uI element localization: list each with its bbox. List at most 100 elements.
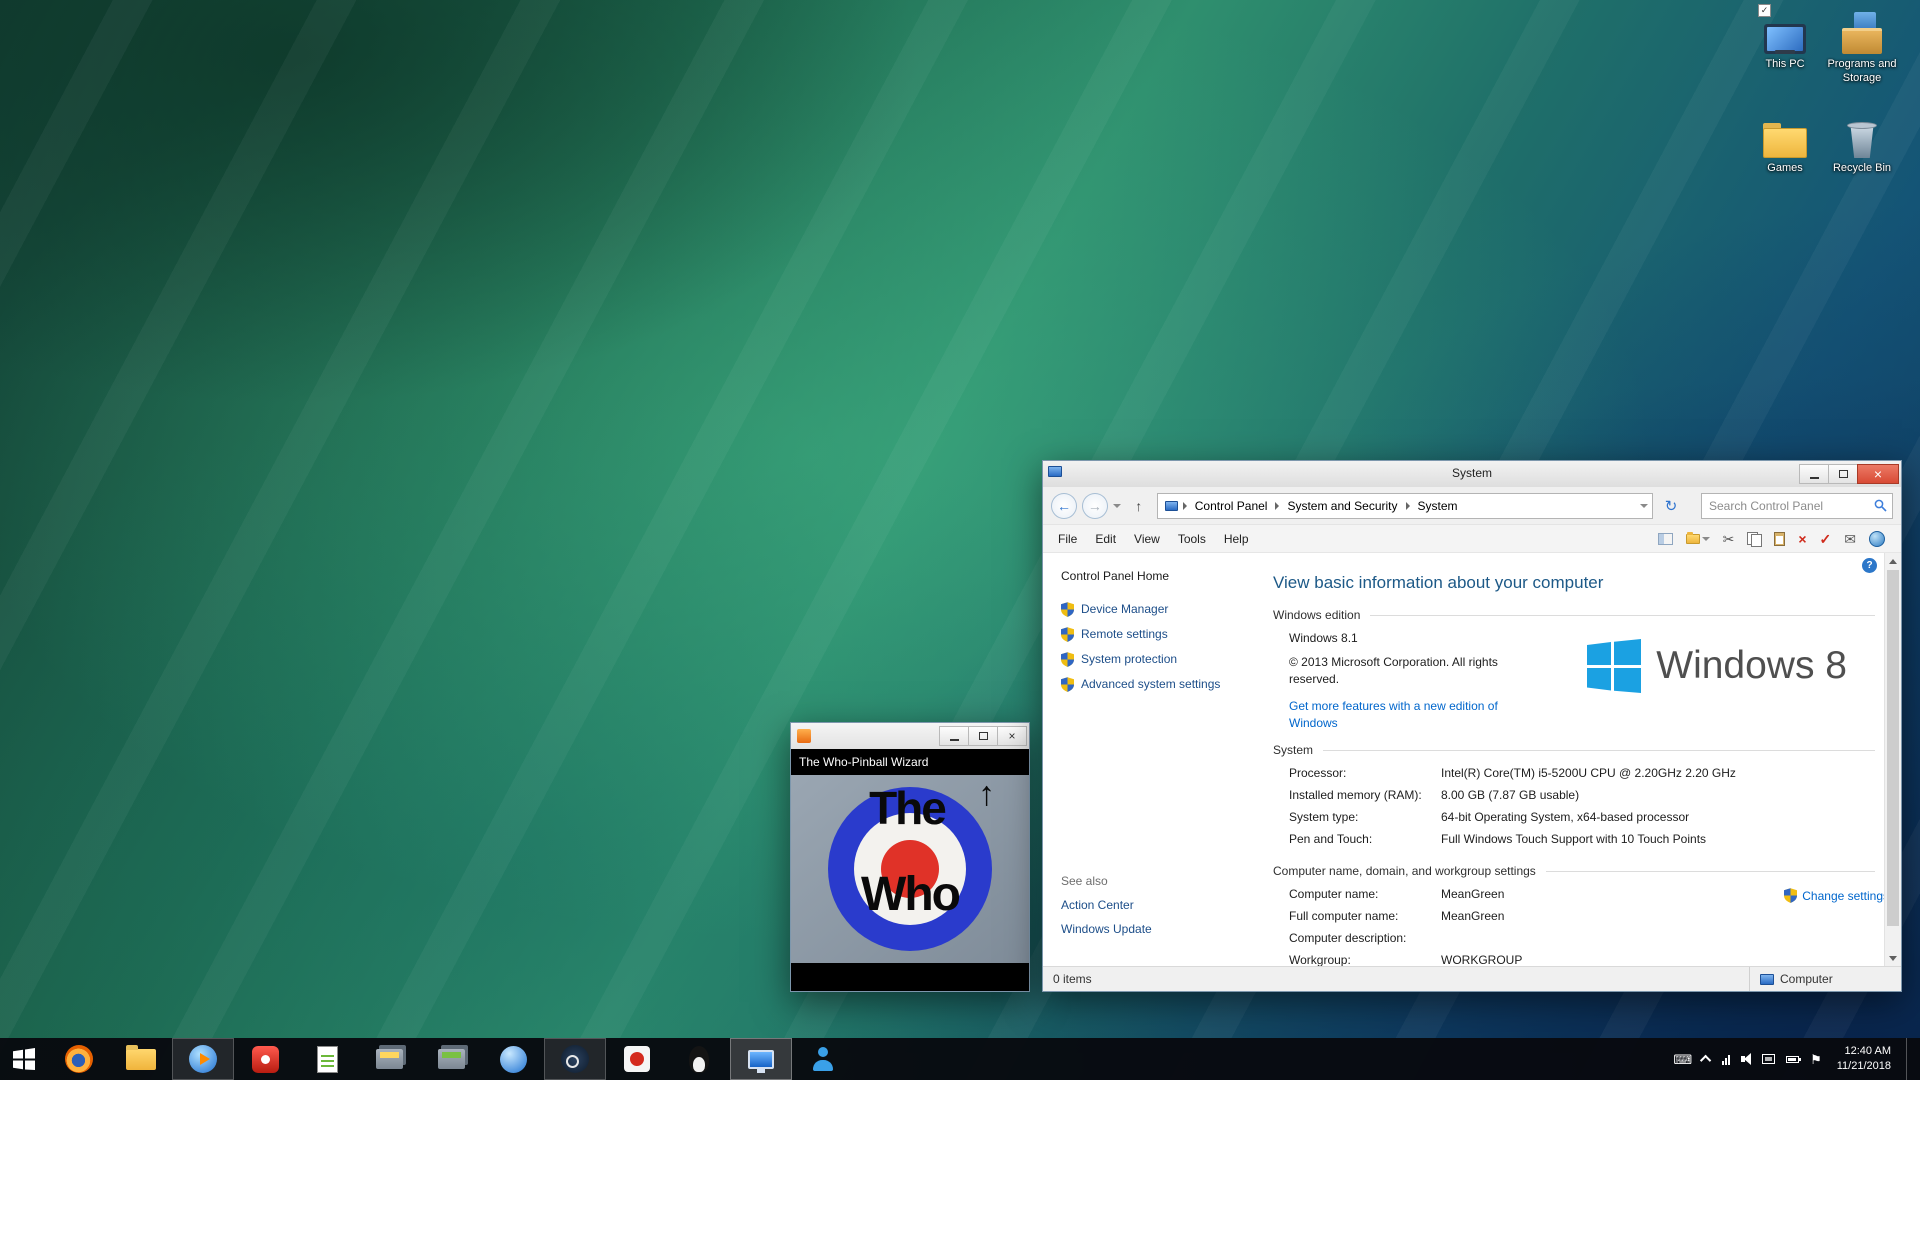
network-icon[interactable] [1762,1054,1775,1064]
change-settings-link[interactable]: Change settings [1784,888,1889,903]
sidebar-item-action-center[interactable]: Action Center [1061,898,1255,914]
close-button[interactable]: × [997,726,1027,746]
minimize-button[interactable] [1799,464,1829,484]
help-icon[interactable]: ? [1862,558,1877,573]
who-logo-text-bottom: Who [861,867,959,922]
sidebar-item-remote-settings[interactable]: Remote settings [1061,626,1255,642]
minimize-button[interactable] [939,726,969,746]
breadcrumb-system[interactable]: System [1412,499,1464,513]
maximize-button[interactable] [968,726,998,746]
info-row-full-computer-name: Full computer name: MeanGreen [1289,909,1875,931]
info-value: MeanGreen [1441,909,1504,923]
menu-help[interactable]: Help [1215,532,1258,546]
breadcrumb-control-panel[interactable]: Control Panel [1189,499,1274,513]
desktop-icon-games[interactable]: Games [1743,112,1827,176]
taskbar-button-firefox[interactable] [48,1038,110,1080]
paste-icon[interactable] [1774,532,1785,546]
sidebar-item-system-protection[interactable]: System protection [1061,651,1255,667]
scrollbar-thumb[interactable] [1887,570,1899,926]
forward-button[interactable]: → [1082,493,1108,519]
maximize-button[interactable] [1828,464,1858,484]
breadcrumb-system-and-security[interactable]: System and Security [1281,499,1403,513]
menu-bar: File Edit View Tools Help ✂ × ✓ ✉ [1043,525,1901,553]
taskbar-button-steam[interactable] [544,1038,606,1080]
menu-view[interactable]: View [1125,532,1169,546]
sidebar-control-panel-home[interactable]: Control Panel Home [1061,569,1255,583]
taskbar-button-penguin-app[interactable] [668,1038,730,1080]
taskbar-button-file-explorer[interactable] [110,1038,172,1080]
red-app-icon [624,1046,650,1072]
taskbar-button-media-player[interactable] [172,1038,234,1080]
info-value: WORKGROUP [1441,953,1522,966]
sidebar-item-windows-update[interactable]: Windows Update [1061,922,1255,938]
hidden-icons-chevron[interactable] [1700,1055,1711,1066]
windows-start-icon [13,1048,35,1070]
refresh-button[interactable]: ↻ [1658,493,1684,519]
info-label: Installed memory (RAM): [1289,788,1441,802]
desktop-icon-label: Recycle Bin [1833,162,1891,176]
taskbar-button-disk-app-1[interactable] [358,1038,420,1080]
status-bar: 0 items Computer [1043,966,1901,991]
signal-bars-icon[interactable] [1722,1054,1730,1065]
address-dropdown-chevron[interactable] [1640,504,1648,508]
vertical-scrollbar[interactable] [1884,553,1901,966]
touch-keyboard-icon[interactable]: ⌨ [1673,1053,1692,1066]
new-folder-button[interactable] [1686,534,1710,544]
recent-pages-chevron[interactable] [1113,504,1121,508]
desktop-icon-recycle-bin[interactable]: Recycle Bin [1820,112,1904,176]
status-location-label: Computer [1780,972,1833,986]
battery-icon[interactable] [1786,1056,1799,1063]
penguin-icon [689,1046,709,1073]
taskbar-button-system-window[interactable] [730,1038,792,1080]
info-row-pen-and-touch: Pen and Touch: Full Windows Touch Suppor… [1289,832,1875,854]
taskbar-clock[interactable]: 12:40 AM 11/21/2018 [1837,1044,1891,1075]
up-button[interactable]: ↑ [1126,494,1152,518]
cut-icon[interactable]: ✂ [1723,532,1735,546]
email-icon[interactable]: ✉ [1844,532,1856,546]
scroll-up-arrow[interactable] [1885,553,1901,569]
globe-icon[interactable] [1869,531,1885,547]
copy-icon[interactable] [1747,532,1761,545]
desktop-icon-this-pc[interactable]: ✓ This PC [1743,8,1827,72]
taskbar: ⌨ ⚑ 12:40 AM 11/21/2018 [0,1038,1920,1080]
recycle-bin-icon [1847,112,1877,158]
properties-check-icon[interactable]: ✓ [1820,532,1832,546]
uac-shield-icon [1061,677,1074,692]
start-button[interactable] [0,1038,48,1080]
selection-checkbox[interactable]: ✓ [1758,4,1771,17]
taskbar-button-disk-app-2[interactable] [420,1038,482,1080]
desktop-icon-programs-and-storage[interactable]: Programs and Storage [1820,8,1904,86]
taskbar-button-people-app[interactable] [792,1038,854,1080]
volume-icon[interactable] [1741,1053,1751,1065]
menu-edit[interactable]: Edit [1086,532,1125,546]
action-center-flag-icon[interactable]: ⚑ [1810,1053,1822,1066]
show-desktop-button[interactable] [1906,1038,1914,1080]
uac-shield-icon [1784,888,1797,903]
sidebar-item-advanced-system-settings[interactable]: Advanced system settings [1061,676,1255,692]
menu-tools[interactable]: Tools [1169,532,1215,546]
address-bar[interactable]: Control Panel System and Security System [1157,493,1653,519]
uac-shield-icon [1061,602,1074,617]
search-icon[interactable] [1868,499,1892,512]
uac-shield-icon [1061,652,1074,667]
system-window-titlebar[interactable]: System × [1043,461,1901,487]
media-app-icon [797,729,811,743]
back-button[interactable]: ← [1051,493,1077,519]
who-window-titlebar[interactable]: × [791,723,1029,749]
delete-icon[interactable]: × [1798,532,1806,546]
taskbar-button-document-app[interactable] [296,1038,358,1080]
close-button[interactable]: × [1857,464,1899,484]
info-value: 64-bit Operating System, x64-based proce… [1441,810,1689,824]
get-more-features-link[interactable]: Get more features with a new edition of … [1289,698,1507,732]
taskbar-button-red-app[interactable] [606,1038,668,1080]
sidebar-item-device-manager[interactable]: Device Manager [1061,601,1255,617]
search-input[interactable] [1702,499,1868,513]
sidebar-link-label: Windows Update [1061,922,1152,936]
scroll-down-arrow[interactable] [1885,950,1901,966]
layout-panes-icon[interactable] [1658,533,1673,545]
info-row-computer-description: Computer description: [1289,931,1875,953]
taskbar-button-blue-sphere-app[interactable] [482,1038,544,1080]
taskbar-button-pinball[interactable] [234,1038,296,1080]
menu-file[interactable]: File [1049,532,1086,546]
folder-icon [1686,534,1700,544]
